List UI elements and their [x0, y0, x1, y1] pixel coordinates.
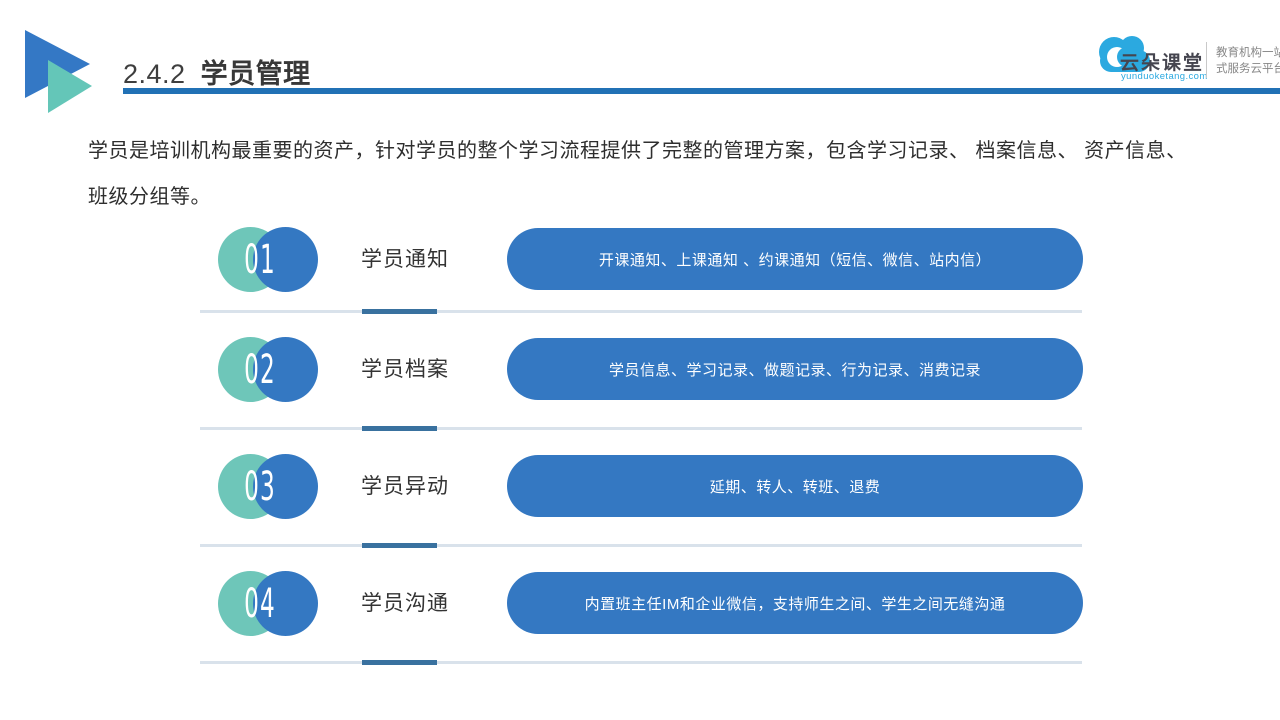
number-badge: 03: [218, 454, 318, 519]
row-description-pill: 延期、转人、转班、退费: [507, 455, 1083, 517]
row-label: 学员沟通: [345, 589, 465, 619]
number-badge: 04: [218, 571, 318, 636]
row-description-pill: 开课通知、上课通知 、约课通知（短信、微信、站内信）: [507, 228, 1083, 290]
brand-domain: yunduoketang.com: [1121, 71, 1208, 82]
badge-number: 01: [236, 227, 285, 292]
row-label: 学员异动: [345, 472, 465, 502]
title-underline: [123, 88, 1280, 94]
feature-row-communication: 04 学员沟通 内置班主任IM和企业微信，支持师生之间、学生之间无缝沟通: [0, 545, 1280, 665]
row-description: 学员信息、学习记录、做题记录、行为记录、消费记录: [585, 359, 1005, 380]
row-label: 学员通知: [345, 245, 465, 275]
row-separator-accent: [362, 660, 437, 665]
intro-line-1: 学员是培训机构最重要的资产，针对学员的整个学习流程提供了完整的管理方案，包含学习…: [88, 128, 1228, 174]
section-number: 2.4.2: [123, 59, 186, 89]
page-title: 2.4.2 学员管理: [123, 52, 311, 91]
slide-page: 2.4.2 学员管理 云朵课堂 yunduoketang.com 教育机构一站 …: [0, 0, 1280, 720]
brand-divider: [1206, 42, 1207, 78]
row-description: 延期、转人、转班、退费: [686, 476, 905, 497]
row-description-pill: 内置班主任IM和企业微信，支持师生之间、学生之间无缝沟通: [507, 572, 1083, 634]
number-badge: 02: [218, 337, 318, 402]
section-title: 学员管理: [201, 59, 311, 89]
row-description: 开课通知、上课通知 、约课通知（短信、微信、站内信）: [575, 249, 1015, 270]
row-separator: [200, 661, 1082, 664]
feature-row-archive: 02 学员档案 学员信息、学习记录、做题记录、行为记录、消费记录: [0, 311, 1280, 431]
row-description-pill: 学员信息、学习记录、做题记录、行为记录、消费记录: [507, 338, 1083, 400]
row-description: 内置班主任IM和企业微信，支持师生之间、学生之间无缝沟通: [561, 593, 1030, 614]
row-label: 学员档案: [345, 355, 465, 385]
brand-tagline: 教育机构一站 式服务云平台: [1216, 45, 1280, 77]
feature-row-notification: 01 学员通知 开课通知、上课通知 、约课通知（短信、微信、站内信）: [0, 201, 1280, 321]
brand-tagline-line2: 式服务云平台: [1216, 61, 1280, 77]
brand-logo: 云朵课堂 yunduoketang.com 教育机构一站 式服务云平台: [1090, 28, 1280, 86]
brand-tagline-line1: 教育机构一站: [1216, 45, 1280, 61]
number-badge: 01: [218, 227, 318, 292]
badge-number: 02: [236, 337, 285, 402]
corner-triangles-icon: [12, 18, 102, 128]
badge-number: 04: [236, 571, 285, 636]
feature-row-transfer: 03 学员异动 延期、转人、转班、退费: [0, 428, 1280, 548]
badge-number: 03: [236, 454, 285, 519]
